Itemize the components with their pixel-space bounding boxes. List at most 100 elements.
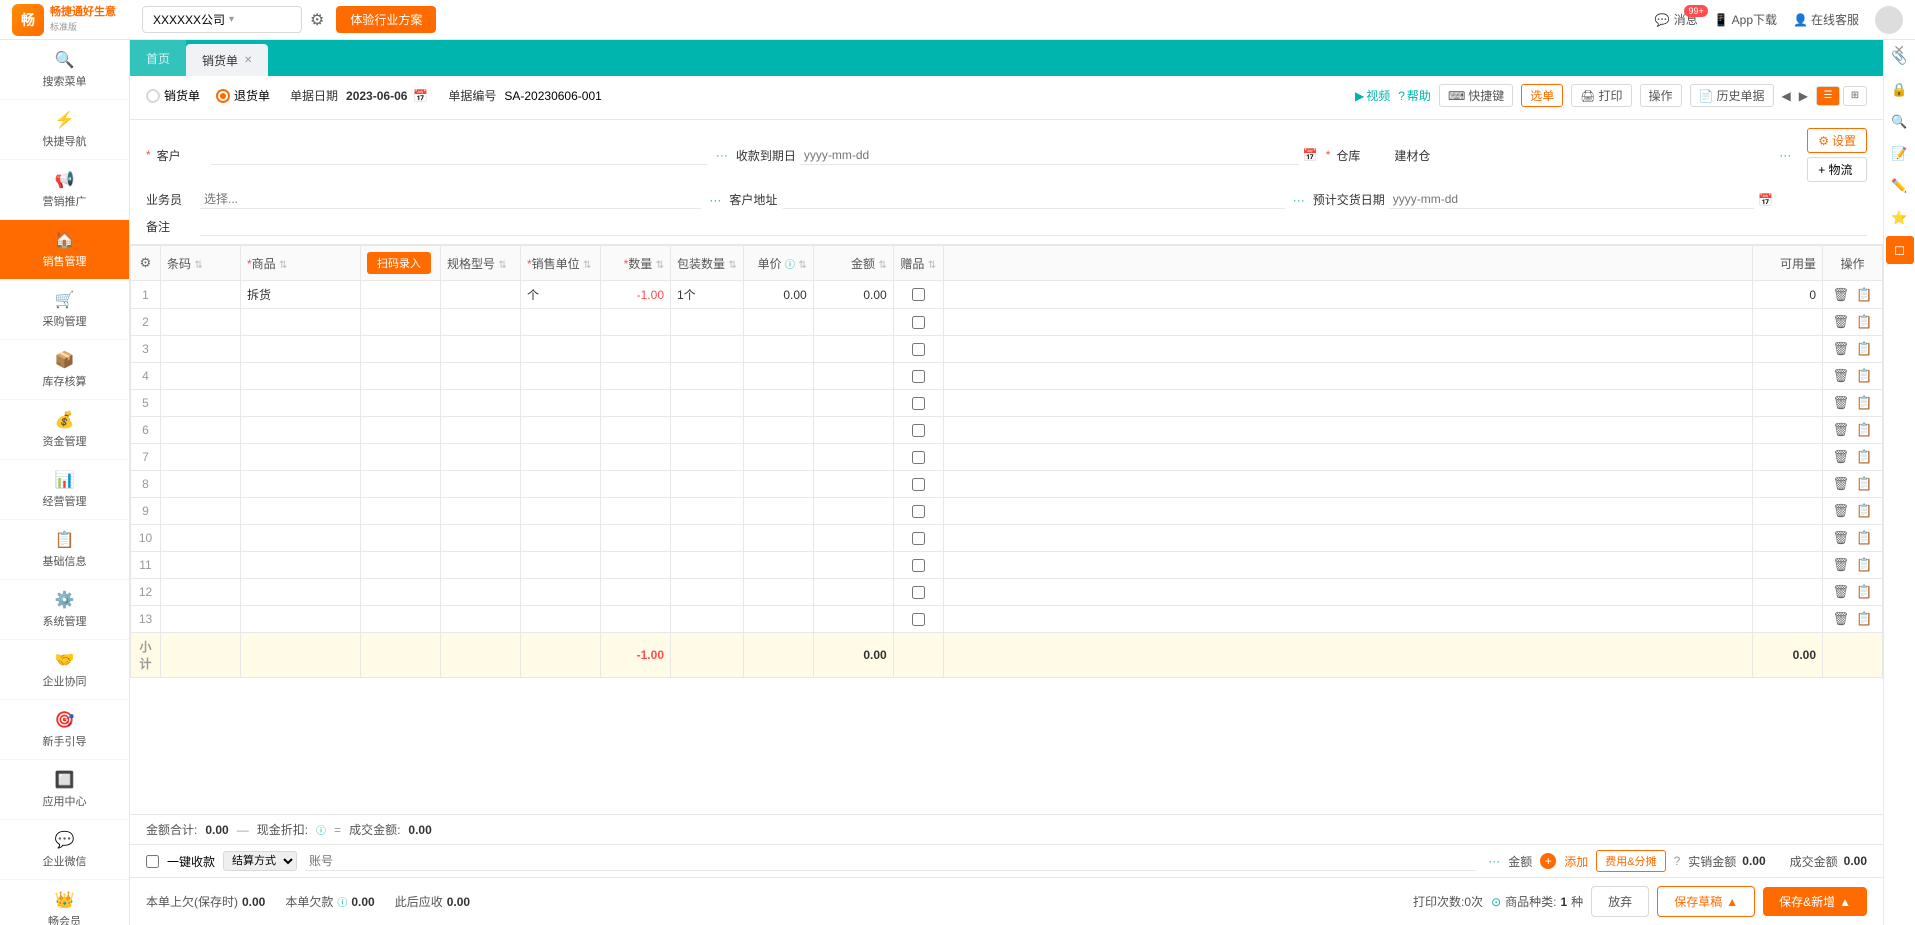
copy-row-icon[interactable]: 📋 <box>1856 341 1872 356</box>
rsp-note-button[interactable]: 📝 <box>1886 140 1914 168</box>
row-notes[interactable] <box>943 471 1752 498</box>
row-unit[interactable] <box>521 525 601 552</box>
settings-icon[interactable]: ⚙ <box>310 10 324 30</box>
row-notes[interactable] <box>943 417 1752 444</box>
row-price[interactable] <box>743 606 813 633</box>
row-barcode[interactable] <box>161 336 241 363</box>
row-barcode[interactable] <box>161 444 241 471</box>
row-unit[interactable] <box>521 552 601 579</box>
setting-button[interactable]: ⚙ 设置 <box>1807 128 1867 153</box>
sidebar-item-sales[interactable]: 🏠 销售管理 <box>0 220 129 280</box>
row-notes[interactable] <box>943 498 1752 525</box>
row-qty[interactable] <box>601 363 671 390</box>
row-product[interactable] <box>241 552 361 579</box>
row-price[interactable] <box>743 390 813 417</box>
delete-row-icon[interactable]: 🗑 <box>1832 611 1849 626</box>
radio-return[interactable]: 退货单 <box>216 87 270 104</box>
next-icon[interactable]: ▶ <box>1799 89 1808 103</box>
gift-checkbox[interactable] <box>912 586 925 599</box>
gift-checkbox[interactable] <box>912 505 925 518</box>
expense-help-icon[interactable]: ? <box>1674 854 1681 868</box>
prev-icon[interactable]: ◀ <box>1782 89 1791 103</box>
row-price[interactable] <box>743 336 813 363</box>
expected-date-input[interactable] <box>1389 190 1754 209</box>
sidebar-item-basic[interactable]: 📋 基础信息 <box>0 520 129 580</box>
row-product[interactable] <box>241 525 361 552</box>
add-button[interactable]: + <box>1540 853 1556 869</box>
sidebar-item-search[interactable]: 🔍 搜索菜单 <box>0 40 129 100</box>
gift-checkbox[interactable] <box>912 559 925 572</box>
company-selector[interactable]: XXXXXX公司 ▾ <box>142 6 302 33</box>
copy-row-icon[interactable]: 📋 <box>1856 557 1872 572</box>
history-button[interactable]: 📄 历史单据 <box>1690 84 1774 107</box>
row-qty[interactable] <box>601 579 671 606</box>
logistics-button[interactable]: + 物流 <box>1807 157 1867 182</box>
salesperson-dots[interactable]: ··· <box>709 193 721 207</box>
customer-addr-dots[interactable]: ··· <box>1293 193 1305 207</box>
row-spec[interactable] <box>441 281 521 309</box>
row-unit[interactable] <box>521 417 601 444</box>
col-pack[interactable]: 包装数量 ⇅ <box>671 246 744 281</box>
list-view-button[interactable]: ☰ <box>1816 86 1840 106</box>
scan-button[interactable]: 扫码录入 <box>367 252 431 274</box>
row-unit[interactable] <box>521 363 601 390</box>
col-amount[interactable]: 金额 ⇅ <box>813 246 893 281</box>
delete-row-icon[interactable]: 🗑 <box>1832 530 1849 545</box>
rsp-orange-button[interactable]: ◻ <box>1886 236 1914 264</box>
product-type-icon[interactable]: ⊙ <box>1491 895 1501 909</box>
grid-view-button[interactable]: ⊞ <box>1843 86 1867 106</box>
message-button[interactable]: 💬 消息 99+ <box>1655 11 1698 28</box>
row-product[interactable] <box>241 444 361 471</box>
copy-row-icon[interactable]: 📋 <box>1856 530 1872 545</box>
row-notes[interactable] <box>943 281 1752 309</box>
row-product[interactable] <box>241 579 361 606</box>
online-service-button[interactable]: 👤 在线客服 <box>1793 11 1859 28</box>
sidebar-item-wechat[interactable]: 💬 企业微信 <box>0 820 129 880</box>
copy-row-icon[interactable]: 📋 <box>1856 611 1872 626</box>
copy-row-icon[interactable]: 📋 <box>1856 449 1872 464</box>
row-barcode[interactable] <box>161 498 241 525</box>
row-barcode[interactable] <box>161 281 241 309</box>
row-spec[interactable] <box>441 552 521 579</box>
row-spec[interactable] <box>441 471 521 498</box>
delete-row-icon[interactable]: 🗑 <box>1832 584 1849 599</box>
row-unit[interactable] <box>521 471 601 498</box>
row-unit[interactable] <box>521 579 601 606</box>
sidebar-item-purchase[interactable]: 🛒 采购管理 <box>0 280 129 340</box>
col-gift[interactable]: 赠品 ⇅ <box>893 246 943 281</box>
gift-checkbox[interactable] <box>912 424 925 437</box>
row-price[interactable] <box>743 471 813 498</box>
row-qty[interactable] <box>601 336 671 363</box>
row-product[interactable] <box>241 606 361 633</box>
customer-input[interactable] <box>211 146 708 165</box>
col-spec[interactable]: 规格型号 ⇅ <box>441 246 521 281</box>
gift-checkbox[interactable] <box>912 343 925 356</box>
calc-method-select[interactable]: 结算方式 <box>223 851 297 871</box>
row-spec[interactable] <box>441 606 521 633</box>
gift-checkbox[interactable] <box>912 288 925 301</box>
price-info-icon[interactable]: ⓘ <box>785 260 795 271</box>
help-link[interactable]: ? 帮助 <box>1398 87 1431 104</box>
row-pack[interactable] <box>671 606 744 633</box>
sidebar-item-operations[interactable]: 📊 经营管理 <box>0 460 129 520</box>
rsp-search-button[interactable]: 🔍 <box>1886 108 1914 136</box>
row-qty[interactable] <box>601 498 671 525</box>
row-barcode[interactable] <box>161 417 241 444</box>
row-spec[interactable] <box>441 390 521 417</box>
expected-date-calendar-icon[interactable]: 📅 <box>1758 193 1773 207</box>
row-spec[interactable] <box>441 525 521 552</box>
row-product[interactable] <box>241 498 361 525</box>
sidebar-item-quicknav[interactable]: ⚡ 快捷导航 <box>0 100 129 160</box>
row-price[interactable] <box>743 579 813 606</box>
row-notes[interactable] <box>943 606 1752 633</box>
row-product[interactable] <box>241 417 361 444</box>
row-pack[interactable] <box>671 363 744 390</box>
print-button[interactable]: 🖨 打印 <box>1571 84 1631 107</box>
col-barcode[interactable]: 条码 ⇅ <box>161 246 241 281</box>
draft-button[interactable]: 保存草稿 ▲ <box>1657 886 1755 917</box>
discount-info-icon[interactable]: ⓘ <box>316 822 326 837</box>
delete-row-icon[interactable]: 🗑 <box>1832 503 1849 518</box>
row-qty[interactable] <box>601 606 671 633</box>
copy-row-icon[interactable]: 📋 <box>1856 314 1872 329</box>
row-pack[interactable] <box>671 390 744 417</box>
